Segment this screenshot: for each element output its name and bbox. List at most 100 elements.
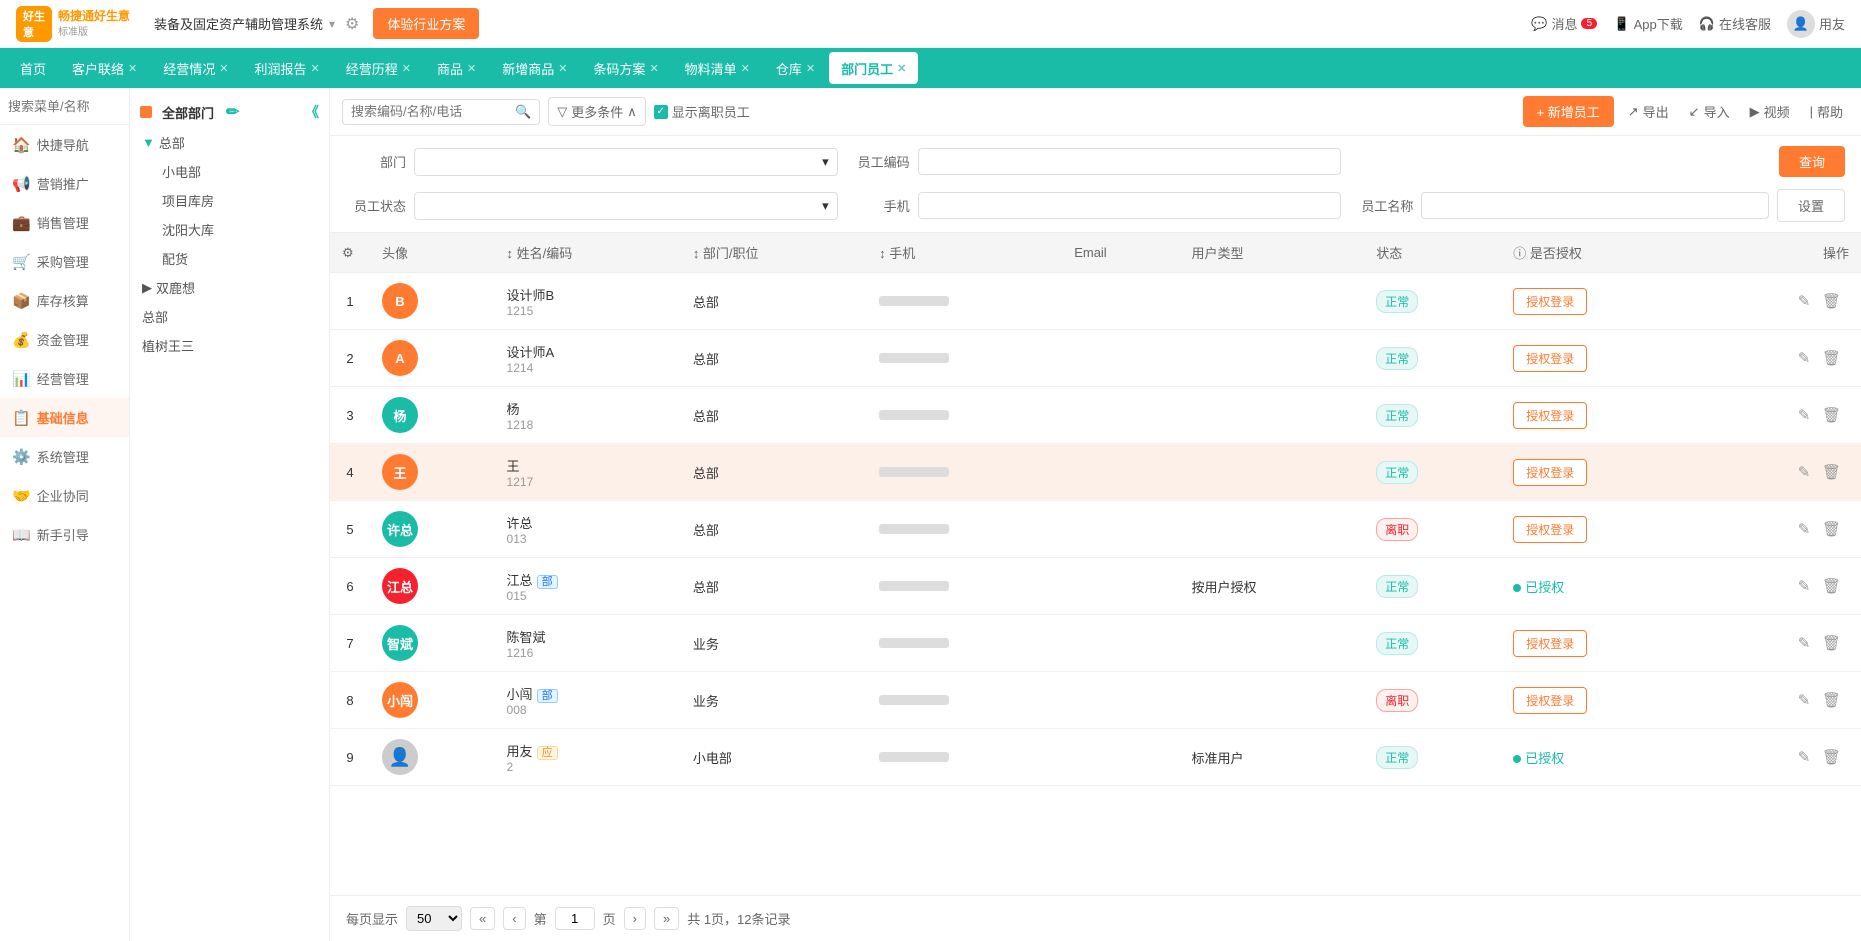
sidebar-item-system[interactable]: ⚙️ 系统管理	[0, 437, 129, 476]
dept-tree-item-shenyang[interactable]: 沈阳大库	[150, 215, 325, 244]
reset-button[interactable]: 设置	[1777, 189, 1845, 222]
dept-edit-icon[interactable]: ✏	[226, 102, 239, 122]
delete-icon[interactable]: 🗑	[1822, 578, 1841, 595]
tab-journey[interactable]: 经营历程✕	[334, 52, 423, 84]
import-button[interactable]: ↙ 导入	[1683, 98, 1736, 125]
close-icon[interactable]: ✕	[649, 62, 658, 75]
trial-button[interactable]: 体验行业方案	[373, 8, 479, 39]
close-icon[interactable]: ✕	[897, 62, 906, 75]
auth-login-button[interactable]: 授权登录	[1513, 402, 1587, 429]
tab-home[interactable]: 首页	[8, 52, 58, 84]
add-employee-button[interactable]: + 新增员工	[1523, 96, 1614, 127]
delete-icon[interactable]: 🗑	[1822, 407, 1841, 424]
auth-login-button[interactable]: 授权登录	[1513, 687, 1587, 714]
tab-employees[interactable]: 部门员工✕	[829, 52, 918, 84]
sidebar-item-finance[interactable]: 💰 资金管理	[0, 320, 129, 359]
col-dept[interactable]: ↕ 部门/职位	[681, 233, 867, 273]
delete-icon[interactable]: 🗑	[1822, 521, 1841, 538]
col-settings[interactable]: ⚙	[330, 233, 370, 273]
show-resigned-toggle[interactable]: ✓ 显示离职员工	[654, 102, 750, 121]
auth-login-button[interactable]: 授权登录	[1513, 459, 1587, 486]
last-page-button[interactable]: »	[654, 907, 679, 930]
edit-icon[interactable]: ✎	[1798, 521, 1811, 538]
tab-customer[interactable]: 客户联络✕	[60, 52, 149, 84]
app-download-button[interactable]: 📱 App下载	[1613, 14, 1682, 33]
close-icon[interactable]: ✕	[311, 62, 320, 75]
dept-collapse-icon[interactable]: 《	[305, 102, 319, 122]
dept-tree-item-xiangmu[interactable]: 项目库房	[150, 186, 325, 215]
dept-tree-item-shuanglu[interactable]: ▶ 双鹿想	[134, 273, 325, 302]
sidebar-item-inventory[interactable]: 📦 库存核算	[0, 281, 129, 320]
message-button[interactable]: 💬 消息 5	[1531, 14, 1597, 33]
edit-icon[interactable]: ✎	[1798, 578, 1811, 595]
col-name[interactable]: ↕ 姓名/编码	[495, 233, 681, 273]
prev-page-button[interactable]: ‹	[503, 907, 525, 930]
sidebar-item-ops[interactable]: 📊 经营管理	[0, 359, 129, 398]
phone-filter-input[interactable]	[918, 192, 1342, 219]
view-button[interactable]: ▶ 视频	[1744, 98, 1796, 125]
query-button[interactable]: 查询	[1779, 146, 1845, 177]
edit-icon[interactable]: ✎	[1798, 407, 1811, 424]
col-phone[interactable]: ↕ 手机	[867, 233, 1062, 273]
tab-profit[interactable]: 利润报告✕	[242, 52, 331, 84]
close-icon[interactable]: ✕	[741, 62, 750, 75]
close-icon[interactable]: ✕	[219, 62, 228, 75]
dept-tree-item-zhishu[interactable]: 植树王三	[134, 331, 325, 360]
delete-icon[interactable]: 🗑	[1822, 350, 1841, 367]
close-icon[interactable]: ✕	[558, 62, 567, 75]
close-icon[interactable]: ✕	[128, 62, 137, 75]
tab-add-goods[interactable]: 新增商品✕	[490, 52, 579, 84]
tab-business[interactable]: 经营情况✕	[151, 52, 240, 84]
auth-login-button[interactable]: 授权登录	[1513, 345, 1587, 372]
close-icon[interactable]: ✕	[806, 62, 815, 75]
dropdown-arrow-icon[interactable]: ▾	[329, 17, 335, 31]
dept-tree-item-zongbu[interactable]: 总部	[134, 302, 325, 331]
edit-icon[interactable]: ✎	[1798, 749, 1811, 766]
filter-button[interactable]: ▽ 更多条件 ∧	[548, 97, 646, 126]
delete-icon[interactable]: 🗑	[1822, 749, 1841, 766]
dept-filter-select[interactable]: ▾	[414, 148, 838, 176]
sidebar-item-shortcut[interactable]: 🏠 快捷导航	[0, 125, 129, 164]
sidebar-item-guide[interactable]: 📖 新手引导	[0, 515, 129, 554]
auth-login-button[interactable]: 授权登录	[1513, 288, 1587, 315]
tab-goods[interactable]: 商品✕	[425, 52, 488, 84]
tab-barcode[interactable]: 条码方案✕	[581, 52, 670, 84]
next-page-button[interactable]: ›	[624, 907, 646, 930]
edit-icon[interactable]: ✎	[1798, 464, 1811, 481]
search-input[interactable]	[351, 104, 511, 119]
edit-icon[interactable]: ✎	[1798, 692, 1811, 709]
gear-icon[interactable]: ⚙	[345, 14, 359, 34]
user-menu[interactable]: 👤 用友	[1787, 10, 1845, 38]
dept-tree-item-xiaodian[interactable]: 小电部	[150, 157, 325, 186]
close-icon[interactable]: ✕	[467, 62, 476, 75]
delete-icon[interactable]: 🗑	[1822, 464, 1841, 481]
sidebar-item-collab[interactable]: 🤝 企业协同	[0, 476, 129, 515]
tab-warehouse[interactable]: 仓库✕	[764, 52, 827, 84]
sidebar-item-marketing[interactable]: 📢 营销推广	[0, 164, 129, 203]
edit-icon[interactable]: ✎	[1798, 350, 1811, 367]
delete-icon[interactable]: 🗑	[1822, 293, 1841, 310]
delete-icon[interactable]: 🗑	[1822, 635, 1841, 652]
edit-icon[interactable]: ✎	[1798, 635, 1811, 652]
delete-icon[interactable]: 🗑	[1822, 692, 1841, 709]
page-input[interactable]	[555, 907, 595, 930]
tab-material[interactable]: 物料清单✕	[673, 52, 762, 84]
auth-login-button[interactable]: 授权登录	[1513, 630, 1587, 657]
sidebar-item-purchase[interactable]: 🛒 采购管理	[0, 242, 129, 281]
edit-icon[interactable]: ✎	[1798, 293, 1811, 310]
status-filter-select[interactable]: ▾	[414, 192, 838, 220]
sidebar-item-sales[interactable]: 💼 销售管理	[0, 203, 129, 242]
search-input[interactable]	[8, 99, 130, 114]
close-icon[interactable]: ✕	[402, 62, 411, 75]
export-button[interactable]: ↗ 导出	[1622, 98, 1675, 125]
empname-filter-input[interactable]	[1421, 192, 1769, 219]
sidebar-item-basic[interactable]: 📋 基础信息	[0, 398, 129, 437]
online-service-button[interactable]: 🎧 在线客服	[1699, 14, 1771, 33]
first-page-button[interactable]: «	[470, 907, 495, 930]
empcode-filter-input[interactable]	[918, 148, 1342, 175]
dept-tree-item-zongbu-root[interactable]: ▼ 总部	[134, 128, 325, 157]
dept-tree-item-peihuo[interactable]: 配货	[150, 244, 325, 273]
auth-login-button[interactable]: 授权登录	[1513, 516, 1587, 543]
help-button[interactable]: | 帮助	[1804, 98, 1849, 125]
per-page-select[interactable]: 50 100 200	[406, 906, 462, 931]
